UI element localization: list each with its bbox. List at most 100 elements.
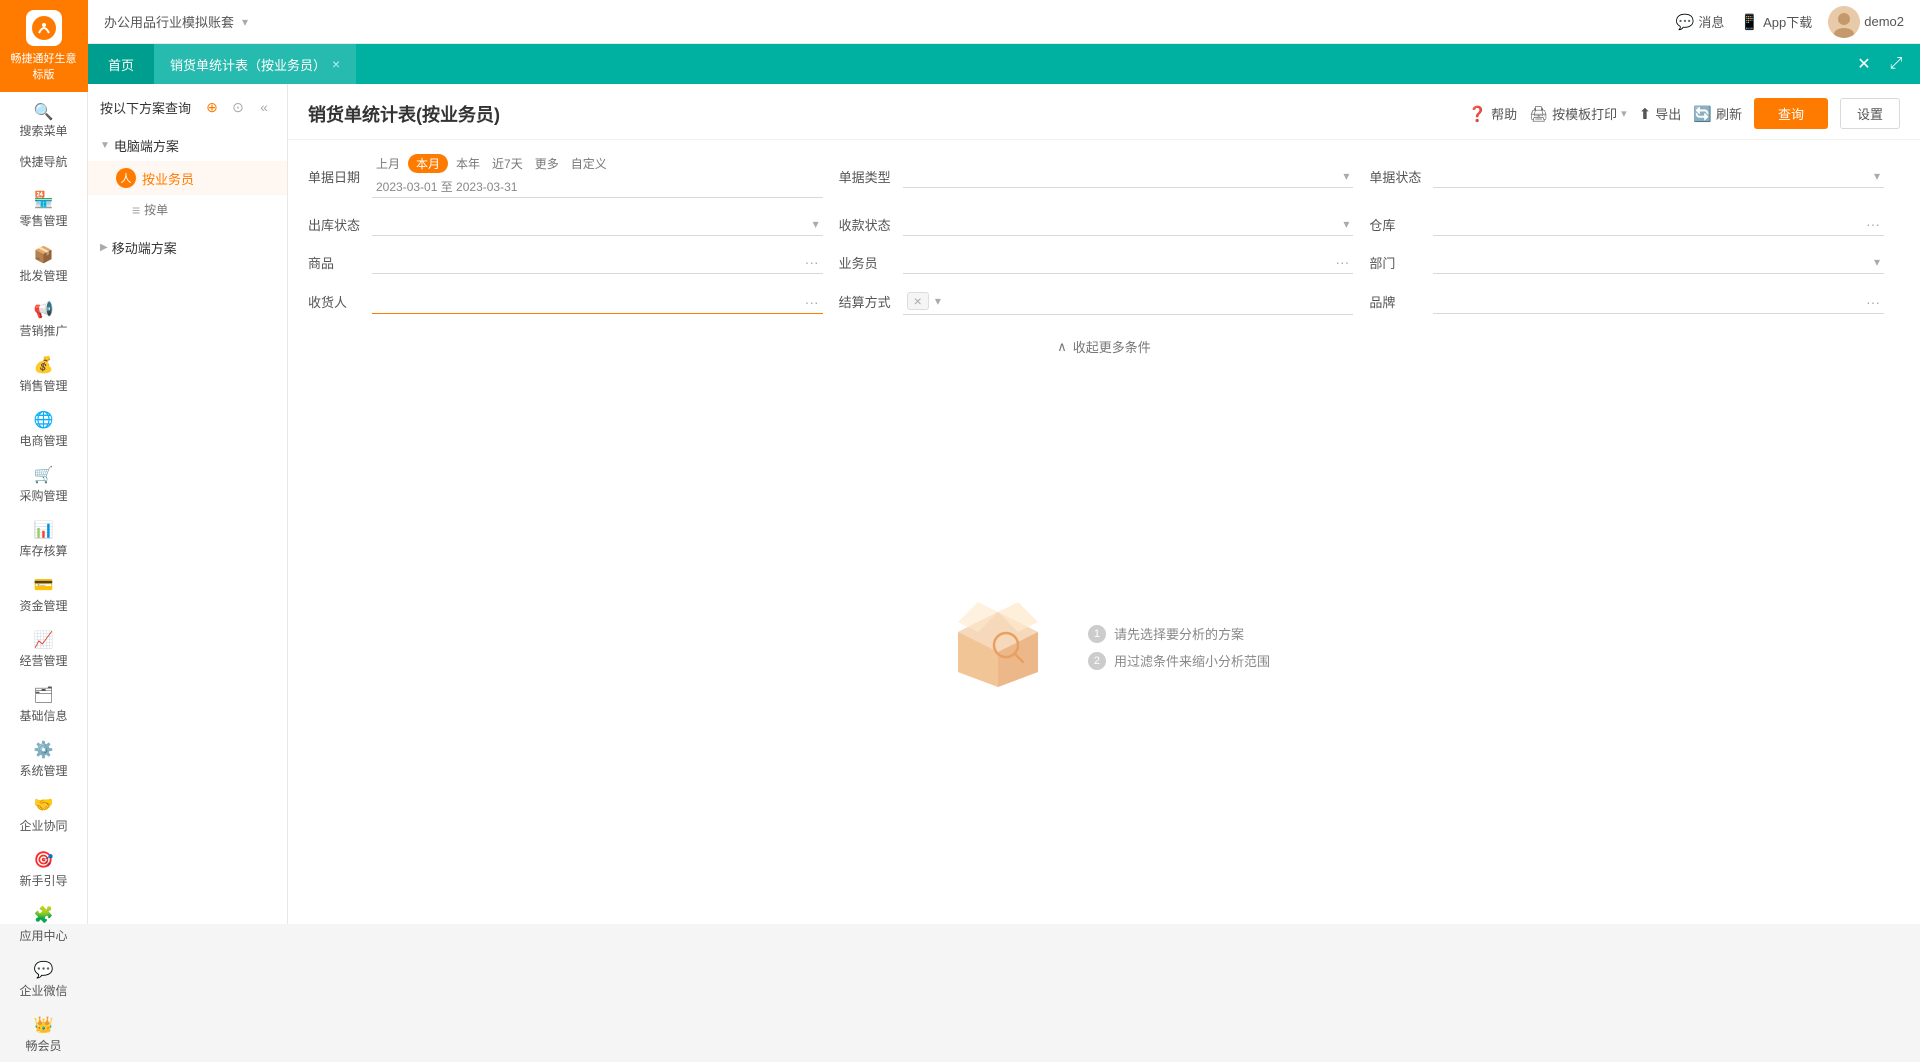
marketing-label: 营销推广	[19, 322, 67, 339]
filter-sub-item-order[interactable]: ≡ 按单	[88, 195, 287, 224]
brand-input[interactable]	[1433, 290, 1884, 314]
system-icon: ⚙️	[34, 740, 54, 760]
filter-row-1: 单据日期 上月 本月 本年 近7天 更多 自定义 2023-03-01 至 20…	[308, 154, 1900, 198]
sidebar-item-guide[interactable]: 🎯 新手引导	[0, 842, 87, 897]
goods-input[interactable]	[372, 250, 823, 274]
tab-active[interactable]: 销货单统计表（按业务员） ×	[154, 44, 356, 84]
export-btn[interactable]: ⬆ 导出	[1639, 104, 1682, 123]
basics-icon: 🗂	[33, 685, 53, 705]
salesperson-input[interactable]	[903, 250, 1354, 274]
date-tab-thismonth[interactable]: 本月	[408, 154, 448, 173]
filter-group-mobile-title[interactable]: ▶ 移动端方案	[88, 232, 287, 263]
refresh-label: 刷新	[1716, 104, 1742, 123]
user-avatar[interactable]: demo2	[1828, 6, 1904, 38]
step-1-icon: 1	[1088, 625, 1106, 643]
sidebar-item-marketing[interactable]: 📢 营销推广	[0, 292, 87, 347]
date-tab-custom[interactable]: 自定义	[567, 154, 611, 173]
tabbar-close-btn[interactable]: ✕	[1850, 50, 1878, 78]
sidebar-item-purchase[interactable]: 🛒 采购管理	[0, 457, 87, 512]
print-btn[interactable]: 🖨 按模板打印 ▾	[1529, 104, 1627, 123]
filter-item-by-salesperson[interactable]: 人 按业务员	[88, 161, 287, 195]
date-label: 单据日期	[308, 167, 364, 186]
help-btn[interactable]: ❓ 帮助	[1468, 104, 1517, 123]
refresh-icon: 🔄	[1693, 105, 1712, 123]
dept-select[interactable]: ▾	[1433, 251, 1884, 274]
outstatus-arrow-icon: ▾	[813, 217, 819, 231]
filter-cell-docstatus: 单据状态 ▾	[1369, 165, 1900, 188]
salesperson-scheme-icon: 人	[116, 168, 136, 188]
warehouse-input[interactable]	[1433, 212, 1884, 236]
outstatus-label: 出库状态	[308, 215, 364, 234]
dept-label: 部门	[1369, 253, 1425, 272]
sidebar-item-ecommerce[interactable]: 🌐 电商管理	[0, 402, 87, 457]
doctype-select[interactable]: ▾	[903, 165, 1354, 188]
sidebar-item-basics[interactable]: 🗂 基础信息	[0, 677, 87, 732]
sidebar-item-member[interactable]: 👑 畅会员	[0, 1007, 87, 1062]
warehouse-dots-icon[interactable]: ···	[1866, 216, 1880, 232]
refresh-btn[interactable]: 🔄 刷新	[1693, 104, 1742, 123]
sidebar-item-wechat[interactable]: 💬 企业微信	[0, 952, 87, 1007]
recipient-input[interactable]	[372, 290, 823, 314]
date-tab-thisyear[interactable]: 本年	[452, 154, 484, 173]
salesperson-input-wrap: ···	[903, 250, 1354, 274]
collapse-label: 收起更多条件	[1073, 337, 1151, 356]
collapse-bar[interactable]: ∧ 收起更多条件	[308, 329, 1900, 370]
goods-dots-icon[interactable]: ···	[805, 254, 819, 270]
filter-collapse-icon[interactable]: «	[253, 96, 275, 118]
tab-home[interactable]: 首页	[88, 44, 154, 84]
wechat-label: 企业微信	[19, 982, 67, 999]
sidebar-item-inventory[interactable]: 📊 库存核算	[0, 512, 87, 567]
outstatus-select[interactable]: ▾	[372, 213, 823, 236]
topbar-left: 办公用品行业模拟账套 ▾	[104, 12, 248, 31]
sidebar-item-sales[interactable]: 💰 销售管理	[0, 347, 87, 402]
topbar: 办公用品行业模拟账套 ▾ 💬 消息 📱 App下载 de	[88, 0, 1920, 44]
recipient-dots-icon[interactable]: ···	[805, 294, 819, 310]
filter-cell-recipient: 收货人 ···	[308, 290, 839, 314]
recipient-input-wrap: ···	[372, 290, 823, 314]
app-logo[interactable]: 畅捷通好生意 标版	[0, 0, 88, 92]
query-button[interactable]: 查询	[1754, 98, 1828, 129]
guide-icon: 🎯	[34, 850, 54, 870]
date-tab-7days[interactable]: 近7天	[488, 154, 527, 173]
sidebar-item-operations[interactable]: 📈 经营管理	[0, 622, 87, 677]
tag-close-icon[interactable]: ×	[914, 294, 922, 308]
print-dropdown-icon[interactable]: ▾	[1621, 107, 1627, 120]
topbar-dropdown-icon[interactable]: ▾	[242, 15, 248, 29]
filter-group-desktop-title[interactable]: ▼ 电脑端方案	[88, 130, 287, 161]
print-label: 按模板打印	[1552, 104, 1617, 123]
filter-cell-dept: 部门 ▾	[1369, 251, 1900, 274]
settings-button[interactable]: 设置	[1840, 98, 1900, 129]
brand-label: 品牌	[1369, 292, 1425, 311]
salesperson-dots-icon[interactable]: ···	[1335, 254, 1349, 270]
filter-panel-title: 按以下方案查询	[100, 98, 191, 117]
sidebar-item-retail[interactable]: 🏪 零售管理	[0, 182, 87, 237]
sidebar-item-finance[interactable]: 💳 资金管理	[0, 567, 87, 622]
quick-nav[interactable]: 快捷导航	[0, 145, 87, 174]
desktop-group-label: 电脑端方案	[114, 136, 179, 155]
filter-cell-paymentstatus: 收款状态 ▾	[839, 213, 1370, 236]
message-action[interactable]: 💬 消息	[1676, 12, 1725, 31]
filter-panel-icons: ⊕ ⊙ «	[201, 96, 275, 118]
app-download-label: App下载	[1763, 12, 1812, 31]
date-value[interactable]: 2023-03-01 至 2023-03-31	[372, 176, 823, 198]
docstatus-select[interactable]: ▾	[1433, 165, 1884, 188]
sidebar-item-wholesale[interactable]: 📦 批发管理	[0, 237, 87, 292]
filter-copy-icon[interactable]: ⊙	[227, 96, 249, 118]
sidebar-item-apps[interactable]: 🧩 应用中心	[0, 897, 87, 952]
brand-dots-icon[interactable]: ···	[1866, 294, 1880, 310]
empty-line2: 用过滤条件来缩小分析范围	[1114, 651, 1270, 670]
tabbar-expand-btn[interactable]: ⤢	[1882, 50, 1910, 78]
salesperson-scheme-label: 按业务员	[142, 169, 194, 188]
sidebar-item-enterprise[interactable]: 🤝 企业协同	[0, 787, 87, 842]
tab-close-icon[interactable]: ×	[332, 56, 340, 72]
report-actions: ❓ 帮助 🖨 按模板打印 ▾ ⬆ 导出 🔄 刷新	[1468, 98, 1900, 129]
paymentstatus-select[interactable]: ▾	[903, 213, 1354, 236]
filter-add-icon[interactable]: ⊕	[201, 96, 223, 118]
settlement-select[interactable]: × ▾	[903, 288, 1354, 315]
date-tab-lastmonth[interactable]: 上月	[372, 154, 404, 173]
search-menu[interactable]: 🔍 搜索菜单	[0, 92, 87, 145]
basics-label: 基础信息	[19, 707, 67, 724]
sidebar-item-system[interactable]: ⚙️ 系统管理	[0, 732, 87, 787]
date-tab-more[interactable]: 更多	[531, 154, 563, 173]
app-download-action[interactable]: 📱 App下载	[1740, 12, 1812, 31]
